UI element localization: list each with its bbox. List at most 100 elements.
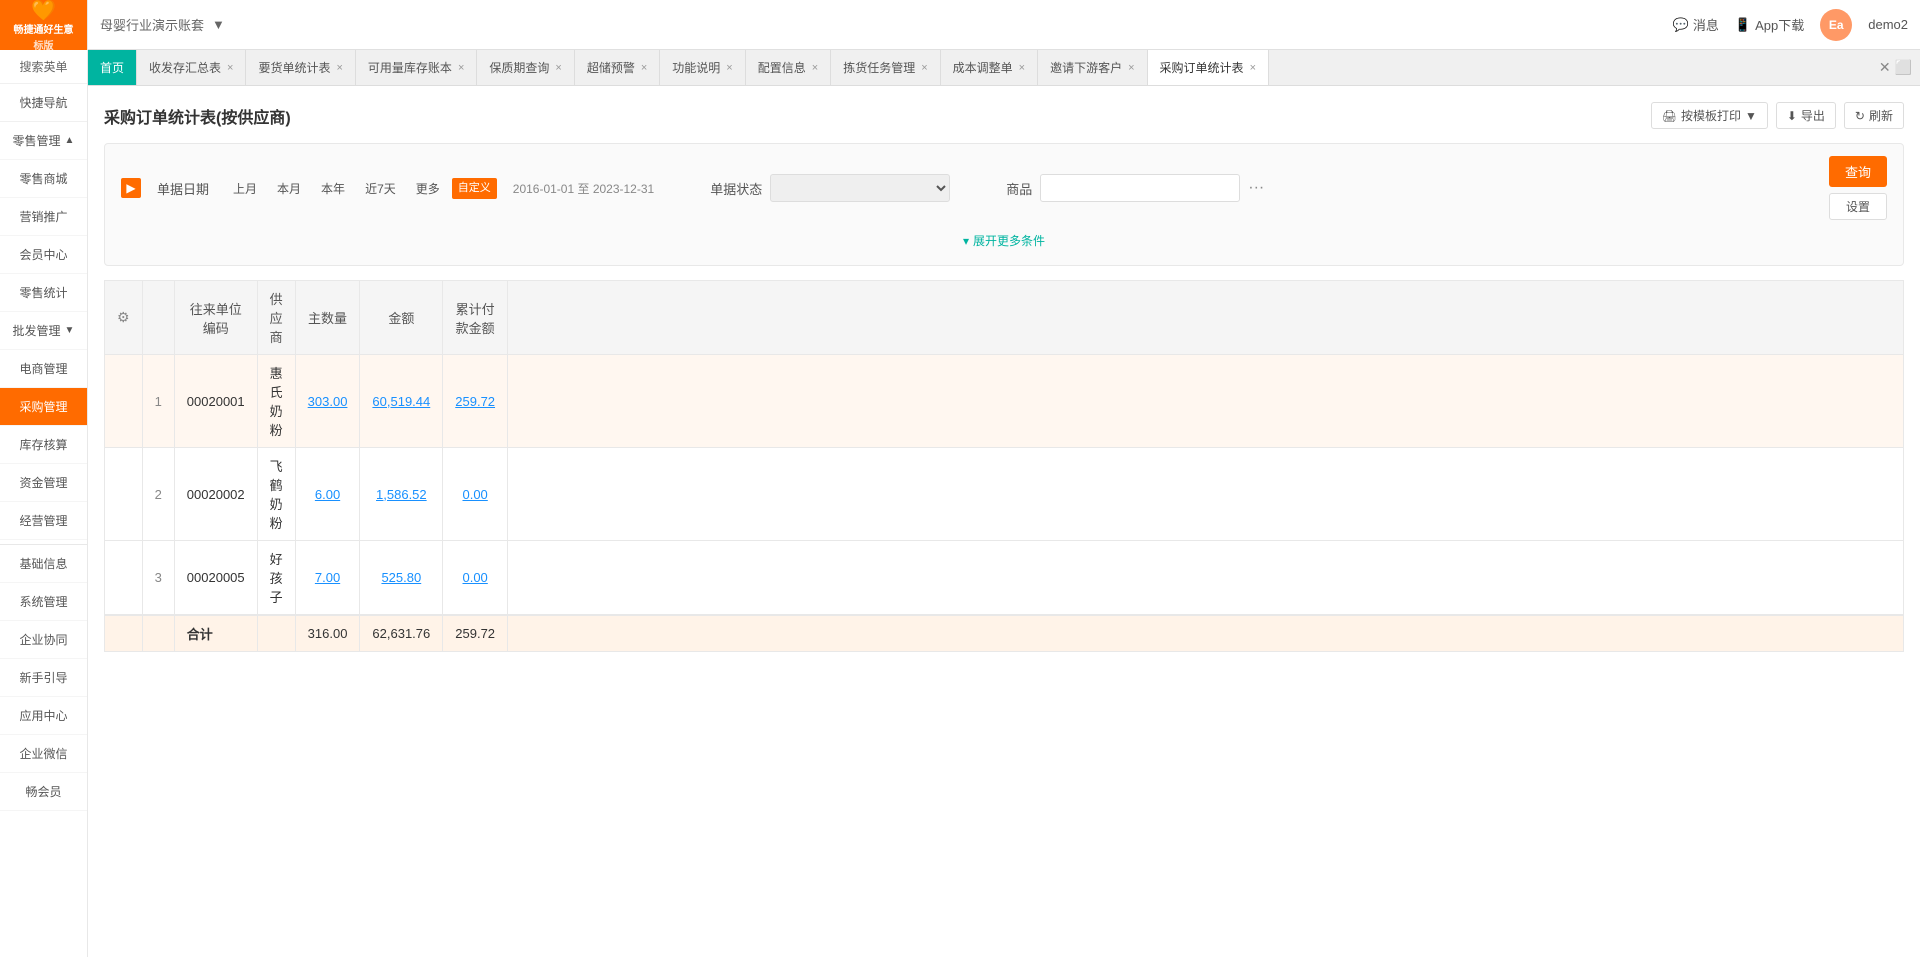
tab-invite-downstream[interactable]: 邀请下游客户 × xyxy=(1038,50,1147,86)
goods-filter-more-icon[interactable]: ··· xyxy=(1248,179,1264,197)
sidebar-item-inventory[interactable]: 库存核算 xyxy=(0,426,87,464)
refresh-label: 刷新 xyxy=(1869,107,1893,124)
row-main-qty[interactable]: 7.00 xyxy=(295,541,360,616)
tab-requisition-close[interactable]: × xyxy=(336,62,342,74)
row-num-cell: 1 xyxy=(142,355,174,448)
message-btn[interactable]: 💬 消息 xyxy=(1673,15,1719,34)
row-amount[interactable]: 525.80 xyxy=(360,541,443,616)
tab-purchase-summary-close[interactable]: × xyxy=(1250,62,1256,74)
date-btn-cur-year[interactable]: 本年 xyxy=(313,178,353,199)
tab-expiry[interactable]: 保质期查询 × xyxy=(477,50,574,86)
tab-pickup-task-close[interactable]: × xyxy=(921,62,927,74)
goods-filter-input[interactable] xyxy=(1040,174,1240,202)
filter-goods-group: 商品 ··· xyxy=(1006,174,1264,202)
sidebar-item-purchase[interactable]: 采购管理 xyxy=(0,388,87,426)
tab-receive-summary[interactable]: 收发存汇总表 × xyxy=(137,50,246,86)
refresh-button[interactable]: ↻ 刷新 xyxy=(1844,102,1904,129)
row-settings-cell xyxy=(105,355,143,448)
tab-function-desc[interactable]: 功能说明 × xyxy=(660,50,745,86)
th-unit-code: 往来单位编码 xyxy=(174,281,257,355)
expand-more-conditions-btn[interactable]: ▾ 展开更多条件 xyxy=(121,228,1887,253)
tab-invite-close[interactable]: × xyxy=(1128,62,1134,74)
status-filter-select[interactable] xyxy=(770,174,950,202)
footer-settings-cell xyxy=(105,615,143,652)
tab-expiry-label: 保质期查询 xyxy=(489,59,549,76)
row-amount[interactable]: 1,586.52 xyxy=(360,448,443,541)
column-settings-btn[interactable]: ⚙ xyxy=(117,309,130,326)
sidebar-item-wholesale[interactable]: 批发管理 ▼ xyxy=(0,312,87,350)
row-main-qty[interactable]: 6.00 xyxy=(295,448,360,541)
sidebar-item-basic-info[interactable]: 基础信息 xyxy=(0,544,87,583)
tab-requisition-summary[interactable]: 要货单统计表 × xyxy=(246,50,355,86)
sidebar-item-retail-mgmt[interactable]: 零售管理 ▲ xyxy=(0,122,87,160)
row-extra xyxy=(508,541,1904,616)
sidebar-search[interactable]: 搜索英单 xyxy=(0,50,87,84)
query-button[interactable]: 查询 xyxy=(1829,156,1887,187)
tab-config-info-close[interactable]: × xyxy=(812,62,818,74)
app-download-btn[interactable]: 📱 App下载 xyxy=(1735,15,1804,34)
sidebar-new-guide-label: 新手引导 xyxy=(19,669,67,686)
sidebar-item-new-guide[interactable]: 新手引导 xyxy=(0,659,87,697)
sidebar-members-label: 会员中心 xyxy=(19,246,67,263)
sidebar-inventory-label: 库存核算 xyxy=(19,436,67,453)
date-btn-prev-month[interactable]: 上月 xyxy=(225,178,265,199)
row-paid-amount[interactable]: 259.72 xyxy=(443,355,508,448)
tab-available-stock[interactable]: 可用量库存账本 × xyxy=(356,50,477,86)
tab-overstock-close[interactable]: × xyxy=(641,62,647,74)
sidebar-item-members[interactable]: 会员中心 xyxy=(0,236,87,274)
tab-home[interactable]: 首页 xyxy=(88,50,137,86)
tab-maximize-icon[interactable]: ⬜ xyxy=(1895,59,1912,76)
sidebar-item-enterprise[interactable]: 企业协同 xyxy=(0,621,87,659)
tab-pickup-task-label: 拣货任务管理 xyxy=(843,59,915,76)
sidebar-search-label[interactable]: 搜索英单 xyxy=(19,60,67,74)
tab-overstock[interactable]: 超储预警 × xyxy=(575,50,660,86)
sidebar-item-retail-mall[interactable]: 零售商城 xyxy=(0,160,87,198)
workspace-selector[interactable]: 母婴行业演示账套 ▼ xyxy=(100,15,225,34)
row-paid-amount[interactable]: 0.00 xyxy=(443,448,508,541)
sidebar-item-system[interactable]: 系统管理 xyxy=(0,583,87,621)
sidebar-item-operations[interactable]: 经营管理 xyxy=(0,502,87,540)
user-avatar[interactable]: Ea xyxy=(1820,9,1852,41)
sidebar-marketing-label: 营销推广 xyxy=(19,208,67,225)
sidebar-item-app-center[interactable]: 应用中心 xyxy=(0,697,87,735)
filter-expand-btn[interactable]: ▶ xyxy=(121,178,141,198)
sidebar-wholesale-arrow: ▼ xyxy=(65,325,75,336)
export-button[interactable]: ⬇ 导出 xyxy=(1776,102,1836,129)
tab-cost-adjust-close[interactable]: × xyxy=(1019,62,1025,74)
sidebar-item-members2[interactable]: 畅会员 xyxy=(0,773,87,811)
tab-close-all-icon[interactable]: ✕ xyxy=(1879,59,1891,76)
date-btn-more[interactable]: 更多 xyxy=(408,178,448,199)
sidebar-quick-label[interactable]: 快捷导航 xyxy=(19,96,67,110)
table-header-row: ⚙ 往来单位编码 供应商 主数量 金额 累计付款金额 xyxy=(105,281,1904,355)
th-settings: ⚙ xyxy=(105,281,143,355)
date-custom-badge[interactable]: 自定义 xyxy=(452,178,497,199)
sidebar-item-retail-stats[interactable]: 零售统计 xyxy=(0,274,87,312)
sidebar-item-enterprise-wechat[interactable]: 企业微信 xyxy=(0,735,87,773)
tab-cost-adjust[interactable]: 成本调整单 × xyxy=(941,50,1038,86)
settings-button[interactable]: 设置 xyxy=(1829,193,1887,220)
tab-config-info[interactable]: 配置信息 × xyxy=(746,50,831,86)
workspace-dropdown-icon[interactable]: ▼ xyxy=(212,17,225,32)
row-main-qty[interactable]: 303.00 xyxy=(295,355,360,448)
sidebar-quick-nav[interactable]: 快捷导航 xyxy=(0,84,87,122)
print-button[interactable]: 🖨 按模板打印 ▼ xyxy=(1651,102,1768,129)
tab-available-stock-close[interactable]: × xyxy=(458,62,464,74)
row-settings-cell xyxy=(105,448,143,541)
tab-function-desc-close[interactable]: × xyxy=(726,62,732,74)
row-amount[interactable]: 60,519.44 xyxy=(360,355,443,448)
tab-pickup-task[interactable]: 拣货任务管理 × xyxy=(831,50,940,86)
tab-receive-summary-close[interactable]: × xyxy=(227,62,233,74)
table-row: 1 00020001 惠氏奶粉 303.00 60,519.44 259.72 xyxy=(105,355,1904,448)
tab-expiry-close[interactable]: × xyxy=(555,62,561,74)
tab-purchase-summary[interactable]: 采购订单统计表 × xyxy=(1148,50,1269,86)
sidebar-item-marketing[interactable]: 营销推广 xyxy=(0,198,87,236)
sidebar-item-finance[interactable]: 资金管理 xyxy=(0,464,87,502)
footer-paid-amount: 259.72 xyxy=(443,615,508,652)
sidebar-wholesale-label: 批发管理 xyxy=(13,322,61,339)
date-btn-cur-month[interactable]: 本月 xyxy=(269,178,309,199)
page-title-row: 采购订单统计表(按供应商) 🖨 按模板打印 ▼ ⬇ 导出 ↻ xyxy=(104,102,1904,129)
date-btn-7days[interactable]: 近7天 xyxy=(357,178,404,199)
user-name[interactable]: demo2 xyxy=(1868,17,1908,32)
row-paid-amount[interactable]: 0.00 xyxy=(443,541,508,616)
sidebar-item-ecommerce[interactable]: 电商管理 xyxy=(0,350,87,388)
